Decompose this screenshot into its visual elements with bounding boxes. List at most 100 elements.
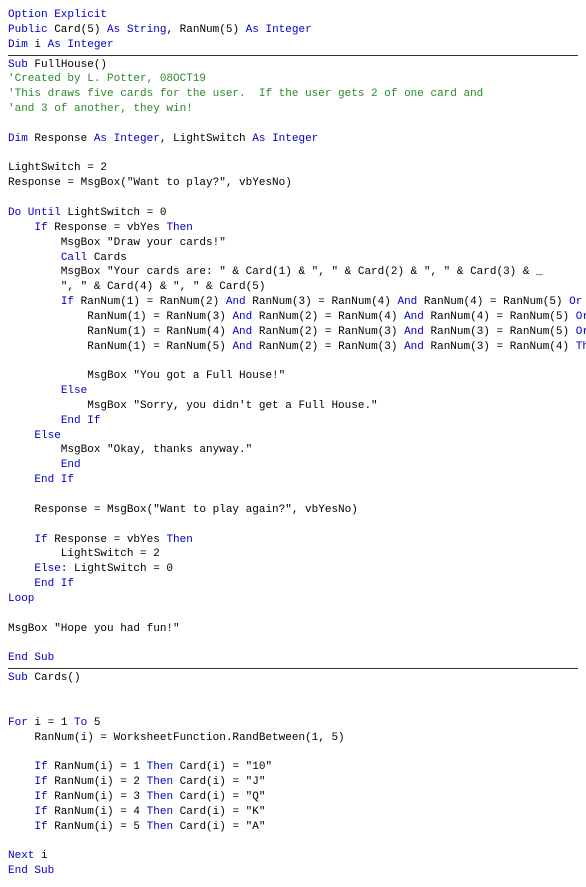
code-segment: Dim <box>8 39 28 51</box>
code-segment <box>8 637 15 649</box>
code-segment: RanNum(2) = RanNum(3) <box>252 326 404 338</box>
code-segment <box>8 355 15 367</box>
code-segment: If <box>34 791 47 803</box>
code-segment <box>8 791 34 803</box>
code-segment: Else <box>34 430 60 442</box>
code-line: If RanNum(i) = 5 Then Card(i) = "A" <box>8 820 578 835</box>
code-line: If RanNum(i) = 3 Then Card(i) = "Q" <box>8 790 578 805</box>
code-segment: MsgBox "Your cards are: " & Card(1) & ",… <box>8 266 543 278</box>
code-segment: Response = MsgBox("Want to play?", vbYes… <box>8 177 292 189</box>
code-line <box>8 834 578 849</box>
code-segment <box>8 415 61 427</box>
code-segment: Then <box>166 222 192 234</box>
code-segment: ", " & Card(4) & ", " & Card(5) <box>8 281 265 293</box>
code-segment: Then <box>147 776 173 788</box>
code-line <box>8 636 578 651</box>
code-segment: End If <box>34 578 74 590</box>
code-segment: And <box>404 311 424 323</box>
code-segment: Then <box>147 791 173 803</box>
code-line: Next i <box>8 849 578 864</box>
code-line: 'Created by L. Potter, 08OCT19 <box>8 72 578 87</box>
code-segment: If <box>34 222 47 234</box>
code-line: MsgBox "Hope you had fun!" <box>8 622 578 637</box>
code-line: Public Card(5) As String, RanNum(5) As I… <box>8 23 578 38</box>
code-segment: LightSwitch = 2 <box>8 162 107 174</box>
code-segment: Else <box>34 563 60 575</box>
code-line <box>8 147 578 162</box>
code-segment: And <box>397 296 417 308</box>
code-segment: If <box>34 821 47 833</box>
code-segment: Response <box>28 133 94 145</box>
code-segment: End Sub <box>8 865 54 877</box>
code-segment: If <box>34 761 47 773</box>
code-segment: Cards() <box>28 672 81 684</box>
code-line <box>8 745 578 760</box>
code-line: If RanNum(1) = RanNum(2) And RanNum(3) =… <box>8 295 578 310</box>
code-segment <box>8 474 34 486</box>
code-segment: RanNum(4) = RanNum(5) <box>417 296 569 308</box>
code-line: Sub Cards() <box>8 671 578 686</box>
code-segment: RanNum(3) = RanNum(5) <box>424 326 576 338</box>
code-segment <box>8 821 34 833</box>
separator <box>8 55 578 56</box>
code-line: If RanNum(i) = 1 Then Card(i) = "10" <box>8 760 578 775</box>
code-segment: FullHouse() <box>28 59 107 71</box>
code-segment: As Integer <box>48 39 114 51</box>
code-line: Else <box>8 384 578 399</box>
code-line: LightSwitch = 2 <box>8 547 578 562</box>
code-line: If RanNum(i) = 4 Then Card(i) = "K" <box>8 805 578 820</box>
code-segment: i <box>34 850 47 862</box>
code-segment <box>8 222 34 234</box>
code-line <box>8 701 578 716</box>
code-segment: Next <box>8 850 34 862</box>
code-line: For i = 1 To 5 <box>8 716 578 731</box>
code-segment <box>8 687 15 699</box>
code-line <box>8 117 578 132</box>
code-line: Call Cards <box>8 251 578 266</box>
code-line: Do Until LightSwitch = 0 <box>8 206 578 221</box>
code-segment <box>8 563 34 575</box>
code-line <box>8 191 578 206</box>
code-segment: Then <box>166 534 192 546</box>
code-line <box>8 354 578 369</box>
code-segment: And <box>226 296 246 308</box>
code-segment: RanNum(1) = RanNum(3) <box>8 311 232 323</box>
code-segment: MsgBox "Sorry, you didn't get a Full Hou… <box>8 400 378 412</box>
code-segment <box>8 806 34 818</box>
code-segment: RanNum(i) = 1 <box>48 761 147 773</box>
code-segment: Or <box>576 311 586 323</box>
code-segment <box>8 835 15 847</box>
code-segment: If <box>34 534 47 546</box>
code-line: MsgBox "Sorry, you didn't get a Full Hou… <box>8 399 578 414</box>
code-line: MsgBox "Draw your cards!" <box>8 236 578 251</box>
code-line: MsgBox "You got a Full House!" <box>8 369 578 384</box>
code-segment: End If <box>61 415 101 427</box>
code-segment: Loop <box>8 593 34 605</box>
code-segment <box>8 746 15 758</box>
code-segment: As Integer <box>94 133 160 145</box>
code-line: MsgBox "Your cards are: " & Card(1) & ",… <box>8 265 578 280</box>
code-line: RanNum(1) = RanNum(4) And RanNum(2) = Ra… <box>8 325 578 340</box>
code-segment: _ <box>582 296 586 308</box>
code-line: Sub FullHouse() <box>8 58 578 73</box>
code-line: Else <box>8 429 578 444</box>
code-line: RanNum(1) = RanNum(5) And RanNum(2) = Ra… <box>8 340 578 355</box>
code-segment: LightSwitch = 0 <box>61 207 167 219</box>
code-line: End If <box>8 414 578 429</box>
code-segment: RanNum(2) = RanNum(4) <box>252 311 404 323</box>
code-segment <box>8 192 15 204</box>
code-segment: And <box>232 311 252 323</box>
code-segment: RanNum(1) = RanNum(4) <box>8 326 232 338</box>
code-line: If Response = vbYes Then <box>8 221 578 236</box>
code-line: End Sub <box>8 651 578 666</box>
code-segment <box>8 519 15 531</box>
code-segment: End <box>61 459 81 471</box>
code-segment: MsgBox "Draw your cards!" <box>8 237 226 249</box>
code-segment <box>8 761 34 773</box>
code-segment <box>8 776 34 788</box>
code-segment: End Sub <box>8 652 54 664</box>
code-line: 'and 3 of another, they win! <box>8 102 578 117</box>
code-line <box>8 607 578 622</box>
code-segment: End If <box>34 474 74 486</box>
code-line: End <box>8 458 578 473</box>
